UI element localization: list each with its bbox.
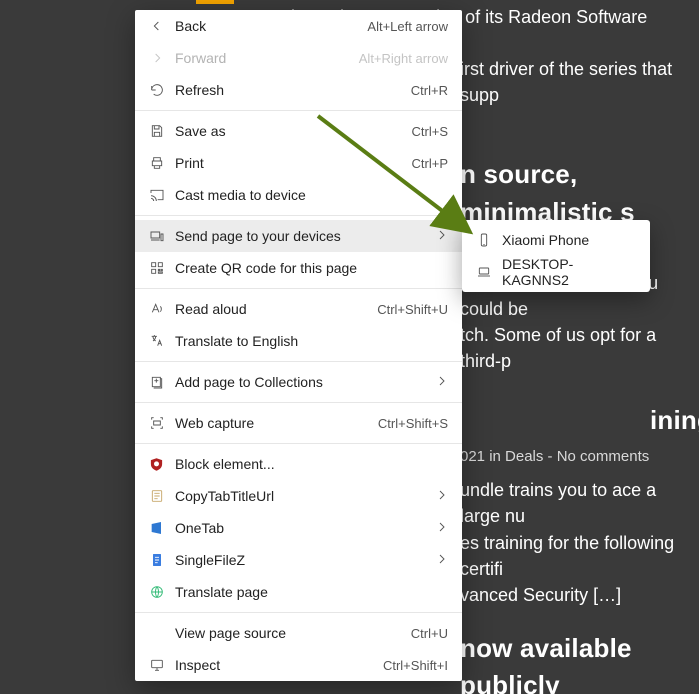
article-text: es training for the following certifi (460, 530, 691, 582)
menu-read-aloud[interactable]: Read aloud Ctrl+Shift+U (135, 293, 462, 325)
menu-label: Back (175, 18, 367, 34)
menu-shortcut: Alt+Left arrow (367, 19, 448, 34)
menu-back[interactable]: Back Alt+Left arrow (135, 10, 462, 42)
menu-label: Save as (175, 123, 412, 139)
print-icon (149, 155, 175, 171)
menu-shortcut: Ctrl+Shift+U (377, 302, 448, 317)
read-aloud-icon (149, 301, 175, 317)
menu-label: Create QR code for this page (175, 260, 448, 276)
menu-create-qr[interactable]: Create QR code for this page (135, 252, 462, 284)
laptop-icon (476, 264, 502, 280)
singlefilez-icon (149, 552, 175, 568)
menu-separator (135, 361, 462, 362)
ublock-icon (149, 457, 175, 472)
device-desktop[interactable]: DESKTOP-KAGNNS2 (462, 256, 650, 288)
menu-label: CopyTabTitleUrl (175, 488, 434, 504)
qr-icon (149, 260, 175, 276)
menu-copytabtitleurl[interactable]: CopyTabTitleUrl (135, 480, 462, 512)
menu-shortcut: Ctrl+P (412, 156, 448, 171)
phone-icon (476, 232, 502, 248)
menu-label: Refresh (175, 82, 411, 98)
article-text: tch. Some of us opt for a third-p (460, 322, 691, 374)
menu-separator (135, 402, 462, 403)
chevron-right-icon (434, 227, 448, 246)
cast-icon (149, 187, 175, 203)
translate-icon (149, 333, 175, 349)
inspect-icon (149, 657, 175, 673)
article-heading: now available publicly (460, 630, 691, 694)
send-to-devices-submenu: Xiaomi Phone DESKTOP-KAGNNS2 (462, 220, 650, 292)
chevron-right-icon (434, 519, 448, 538)
save-icon (149, 123, 175, 139)
menu-label: Translate to English (175, 333, 448, 349)
menu-web-capture[interactable]: Web capture Ctrl+Shift+S (135, 407, 462, 439)
menu-label: Forward (175, 50, 359, 66)
menu-shortcut: Ctrl+Shift+I (383, 658, 448, 673)
menu-shortcut: Alt+Right arrow (359, 51, 448, 66)
collections-icon (149, 374, 175, 390)
article-text: undle trains you to ace a large nu (460, 477, 691, 529)
menu-view-source[interactable]: View page source Ctrl+U (135, 617, 462, 649)
menu-separator (135, 215, 462, 216)
menu-label: Block element... (175, 456, 448, 472)
menu-label: Translate page (175, 584, 448, 600)
devices-icon (149, 228, 175, 244)
menu-inspect[interactable]: Inspect Ctrl+Shift+I (135, 649, 462, 681)
article-meta: 021 in Deals - No comments (460, 446, 691, 468)
menu-cast[interactable]: Cast media to device (135, 179, 462, 211)
menu-separator (135, 443, 462, 444)
chevron-right-icon (434, 551, 448, 570)
menu-label: Read aloud (175, 301, 377, 317)
menu-label: Inspect (175, 657, 383, 673)
menu-label: View page source (175, 625, 411, 641)
menu-separator (135, 288, 462, 289)
globe-icon (149, 584, 175, 600)
menu-refresh[interactable]: Refresh Ctrl+R (135, 74, 462, 106)
menu-shortcut: Ctrl+S (412, 124, 448, 139)
menu-label: SingleFileZ (175, 552, 434, 568)
chevron-right-icon (434, 373, 448, 392)
menu-shortcut: Ctrl+R (411, 83, 448, 98)
menu-label: Web capture (175, 415, 378, 431)
menu-label: Send page to your devices (175, 228, 434, 244)
device-xiaomi-phone[interactable]: Xiaomi Phone (462, 224, 650, 256)
onetab-icon (149, 520, 175, 536)
menu-onetab[interactable]: OneTab (135, 512, 462, 544)
refresh-icon (149, 82, 175, 98)
menu-label: Print (175, 155, 412, 171)
menu-save-as[interactable]: Save as Ctrl+S (135, 115, 462, 147)
arrow-right-icon (149, 50, 175, 66)
menu-singlefilez[interactable]: SingleFileZ (135, 544, 462, 576)
menu-translate-page[interactable]: Translate page (135, 576, 462, 608)
article-heading: ining (650, 402, 691, 440)
menu-forward: Forward Alt+Right arrow (135, 42, 462, 74)
menu-separator (135, 110, 462, 111)
web-capture-icon (149, 415, 175, 431)
menu-send-to-devices[interactable]: Send page to your devices (135, 220, 462, 252)
menu-label: Cast media to device (175, 187, 448, 203)
context-menu: Back Alt+Left arrow Forward Alt+Right ar… (135, 10, 462, 681)
accent-strip (196, 0, 234, 4)
menu-shortcut: Ctrl+U (411, 626, 448, 641)
menu-label: Add page to Collections (175, 374, 434, 390)
menu-label: OneTab (175, 520, 434, 536)
menu-shortcut: Ctrl+Shift+S (378, 416, 448, 431)
device-label: Xiaomi Phone (502, 232, 636, 248)
menu-add-to-collections[interactable]: Add page to Collections (135, 366, 462, 398)
menu-block-element[interactable]: Block element... (135, 448, 462, 480)
extension-icon (149, 488, 175, 504)
menu-print[interactable]: Print Ctrl+P (135, 147, 462, 179)
article-text: vanced Security […] (460, 582, 691, 608)
chevron-right-icon (434, 487, 448, 506)
menu-translate[interactable]: Translate to English (135, 325, 462, 357)
device-label: DESKTOP-KAGNNS2 (502, 256, 636, 288)
article-text: irst driver of the series that supp (460, 56, 691, 108)
menu-separator (135, 612, 462, 613)
arrow-left-icon (149, 18, 175, 34)
